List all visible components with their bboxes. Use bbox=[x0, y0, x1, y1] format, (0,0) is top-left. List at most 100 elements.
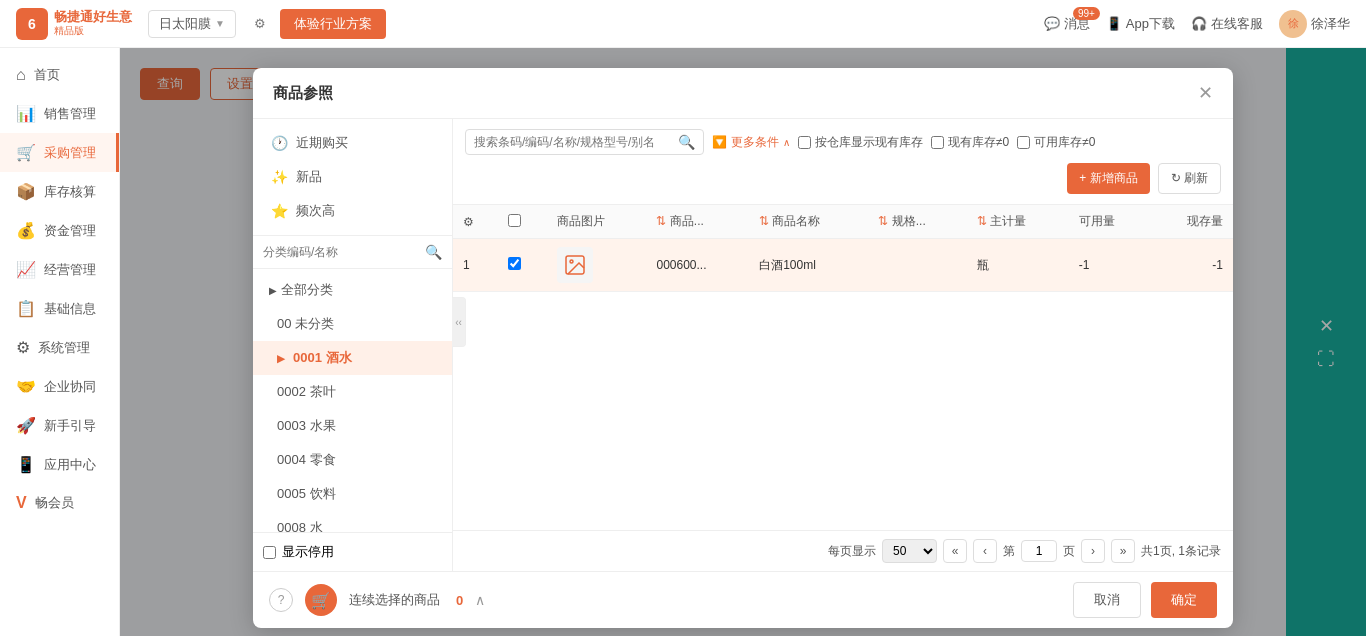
modal-close-button[interactable]: ✕ bbox=[1198, 82, 1213, 104]
modal-title: 商品参照 bbox=[273, 84, 333, 103]
code-column-header[interactable]: ⇅ 商品... bbox=[646, 205, 749, 239]
select-all-checkbox[interactable] bbox=[508, 214, 521, 227]
logo-sub: 精品版 bbox=[54, 24, 132, 38]
svg-point-1 bbox=[570, 260, 573, 263]
sidebar-item-guide[interactable]: 🚀 新手引导 bbox=[0, 406, 119, 445]
page-number-input[interactable] bbox=[1021, 540, 1057, 562]
store-selector[interactable]: 日太阳膜 ▼ bbox=[148, 10, 236, 38]
sidebar-item-basic-info[interactable]: 📋 基础信息 bbox=[0, 289, 119, 328]
refresh-button[interactable]: ↻ 刷新 bbox=[1158, 163, 1221, 194]
prev-page-button[interactable]: ‹ bbox=[973, 539, 997, 563]
recent-purchase-tab[interactable]: 🕐 近期购买 bbox=[261, 127, 444, 159]
row-select-checkbox[interactable] bbox=[508, 257, 521, 270]
last-page-button[interactable]: » bbox=[1111, 539, 1135, 563]
sidebar-item-operations[interactable]: 📈 经营管理 bbox=[0, 250, 119, 289]
product-search-icon[interactable]: 🔍 bbox=[678, 134, 695, 150]
cancel-button[interactable]: 取消 bbox=[1073, 582, 1141, 618]
filter-label: 更多条件 bbox=[731, 134, 779, 151]
cart-icon[interactable]: 🛒 bbox=[305, 584, 337, 616]
help-button[interactable]: ? bbox=[269, 588, 293, 612]
usable-stock-checkbox[interactable] bbox=[1017, 136, 1030, 149]
warehouse-stock-filter[interactable]: 按仓库显示现有库存 bbox=[798, 134, 923, 151]
name-column-header[interactable]: ⇅ 商品名称 bbox=[749, 205, 868, 239]
row-name: 白酒100ml bbox=[749, 239, 868, 292]
available-stock-checkbox[interactable] bbox=[931, 136, 944, 149]
show-disabled-label: 显示停用 bbox=[282, 543, 334, 561]
category-fruit[interactable]: 0003 水果 bbox=[253, 409, 452, 443]
category-snack[interactable]: 0004 零食 bbox=[253, 443, 452, 477]
avatar: 徐 bbox=[1279, 10, 1307, 38]
sidebar-item-sales[interactable]: 📊 销售管理 bbox=[0, 94, 119, 133]
guide-icon: 🚀 bbox=[16, 416, 36, 435]
filter-arrow-icon: ∧ bbox=[783, 137, 790, 148]
warehouse-stock-checkbox[interactable] bbox=[798, 136, 811, 149]
checkbox-column-header bbox=[498, 205, 546, 239]
category-water[interactable]: 0008 水 bbox=[253, 511, 452, 532]
next-page-button[interactable]: › bbox=[1081, 539, 1105, 563]
star-icon: ⭐ bbox=[271, 203, 288, 219]
frequent-tab[interactable]: ⭐ 频次高 bbox=[261, 195, 444, 227]
settings-icon[interactable]: ⚙ bbox=[244, 8, 276, 40]
sidebar-operations-label: 经营管理 bbox=[44, 261, 96, 279]
row-image bbox=[547, 239, 647, 292]
category-unclassified[interactable]: 00 未分类 bbox=[253, 307, 452, 341]
sidebar-item-apps[interactable]: 📱 应用中心 bbox=[0, 445, 119, 484]
category-all[interactable]: ▶ 全部分类 bbox=[253, 273, 452, 307]
per-page-select[interactable]: 50 100 bbox=[882, 539, 937, 563]
sidebar: ⌂ 首页 📊 销售管理 🛒 采购管理 📦 库存核算 💰 资金管理 📈 经营管理 … bbox=[0, 48, 120, 636]
app-download-button[interactable]: 📱 App下载 bbox=[1106, 15, 1175, 33]
message-icon: 💬 bbox=[1044, 16, 1060, 31]
user-menu[interactable]: 徐 徐泽华 bbox=[1279, 10, 1350, 38]
column-settings-icon: ⚙ bbox=[463, 215, 474, 229]
sidebar-item-finance[interactable]: 💰 资金管理 bbox=[0, 211, 119, 250]
settings-column-header[interactable]: ⚙ bbox=[453, 205, 498, 239]
show-disabled-area: 显示停用 bbox=[253, 532, 452, 571]
sidebar-item-home[interactable]: ⌂ 首页 bbox=[0, 56, 119, 94]
app-label: App下载 bbox=[1126, 15, 1175, 33]
liquor-label: 0001 酒水 bbox=[293, 349, 352, 367]
caret-icon: ▼ bbox=[215, 18, 225, 29]
online-service-button[interactable]: 🎧 在线客服 bbox=[1191, 15, 1263, 33]
show-disabled-checkbox[interactable] bbox=[263, 546, 276, 559]
main-layout: ⌂ 首页 📊 销售管理 🛒 采购管理 📦 库存核算 💰 资金管理 📈 经营管理 … bbox=[0, 48, 1366, 636]
cart-count: 0 bbox=[456, 593, 463, 608]
usable-stock-filter[interactable]: 可用库存≠0 bbox=[1017, 134, 1095, 151]
trial-button[interactable]: 体验行业方案 bbox=[280, 9, 386, 39]
product-search-input[interactable] bbox=[474, 135, 674, 149]
more-filter-button[interactable]: 🔽 更多条件 ∧ bbox=[712, 134, 790, 151]
search-icon[interactable]: 🔍 bbox=[425, 244, 442, 260]
category-beverage[interactable]: 0005 饮料 bbox=[253, 477, 452, 511]
available-column-header: 可用量 bbox=[1069, 205, 1151, 239]
spec-column-header[interactable]: ⇅ 规格... bbox=[868, 205, 967, 239]
messages-button[interactable]: 💬 消息 99+ bbox=[1044, 15, 1090, 33]
modal-header: 商品参照 ✕ bbox=[253, 68, 1233, 119]
usable-stock-label: 可用库存≠0 bbox=[1034, 134, 1095, 151]
category-search-input[interactable] bbox=[263, 245, 421, 259]
first-page-button[interactable]: « bbox=[943, 539, 967, 563]
table-header-row: ⚙ 商品图片 bbox=[453, 205, 1233, 239]
sort-icon: ⇅ bbox=[656, 214, 666, 228]
table-row[interactable]: 1 bbox=[453, 239, 1233, 292]
chevron-up-icon[interactable]: ∧ bbox=[475, 592, 485, 608]
category-liquor[interactable]: ▶ 0001 酒水 bbox=[253, 341, 452, 375]
sidebar-item-system[interactable]: ⚙ 系统管理 bbox=[0, 328, 119, 367]
category-tea[interactable]: 0002 茶叶 bbox=[253, 375, 452, 409]
add-product-button[interactable]: + 新增商品 bbox=[1067, 163, 1149, 194]
logo-line1: 畅捷通好生意 bbox=[54, 9, 132, 25]
unit-column-header[interactable]: ⇅ 主计量 bbox=[967, 205, 1069, 239]
new-products-tab[interactable]: ✨ 新品 bbox=[261, 161, 444, 193]
logo-text-wrap: 畅捷通好生意 精品版 bbox=[54, 9, 132, 39]
row-checkbox[interactable] bbox=[498, 239, 546, 292]
sidebar-item-inventory[interactable]: 📦 库存核算 bbox=[0, 172, 119, 211]
sidebar-item-enterprise[interactable]: 🤝 企业协同 bbox=[0, 367, 119, 406]
cart-label: 连续选择的商品 bbox=[349, 591, 440, 609]
confirm-button[interactable]: 确定 bbox=[1151, 582, 1217, 618]
warehouse-stock-label: 按仓库显示现有库存 bbox=[815, 134, 923, 151]
sidebar-item-purchase[interactable]: 🛒 采购管理 bbox=[0, 133, 119, 172]
available-stock-filter[interactable]: 现有库存≠0 bbox=[931, 134, 1009, 151]
collapse-panel-button[interactable]: ‹‹ bbox=[452, 297, 466, 347]
tea-label: 0002 茶叶 bbox=[277, 383, 336, 401]
page-suffix: 页 bbox=[1063, 543, 1075, 560]
sidebar-item-member[interactable]: V 畅会员 bbox=[0, 484, 119, 522]
new-products-label: 新品 bbox=[296, 168, 322, 186]
